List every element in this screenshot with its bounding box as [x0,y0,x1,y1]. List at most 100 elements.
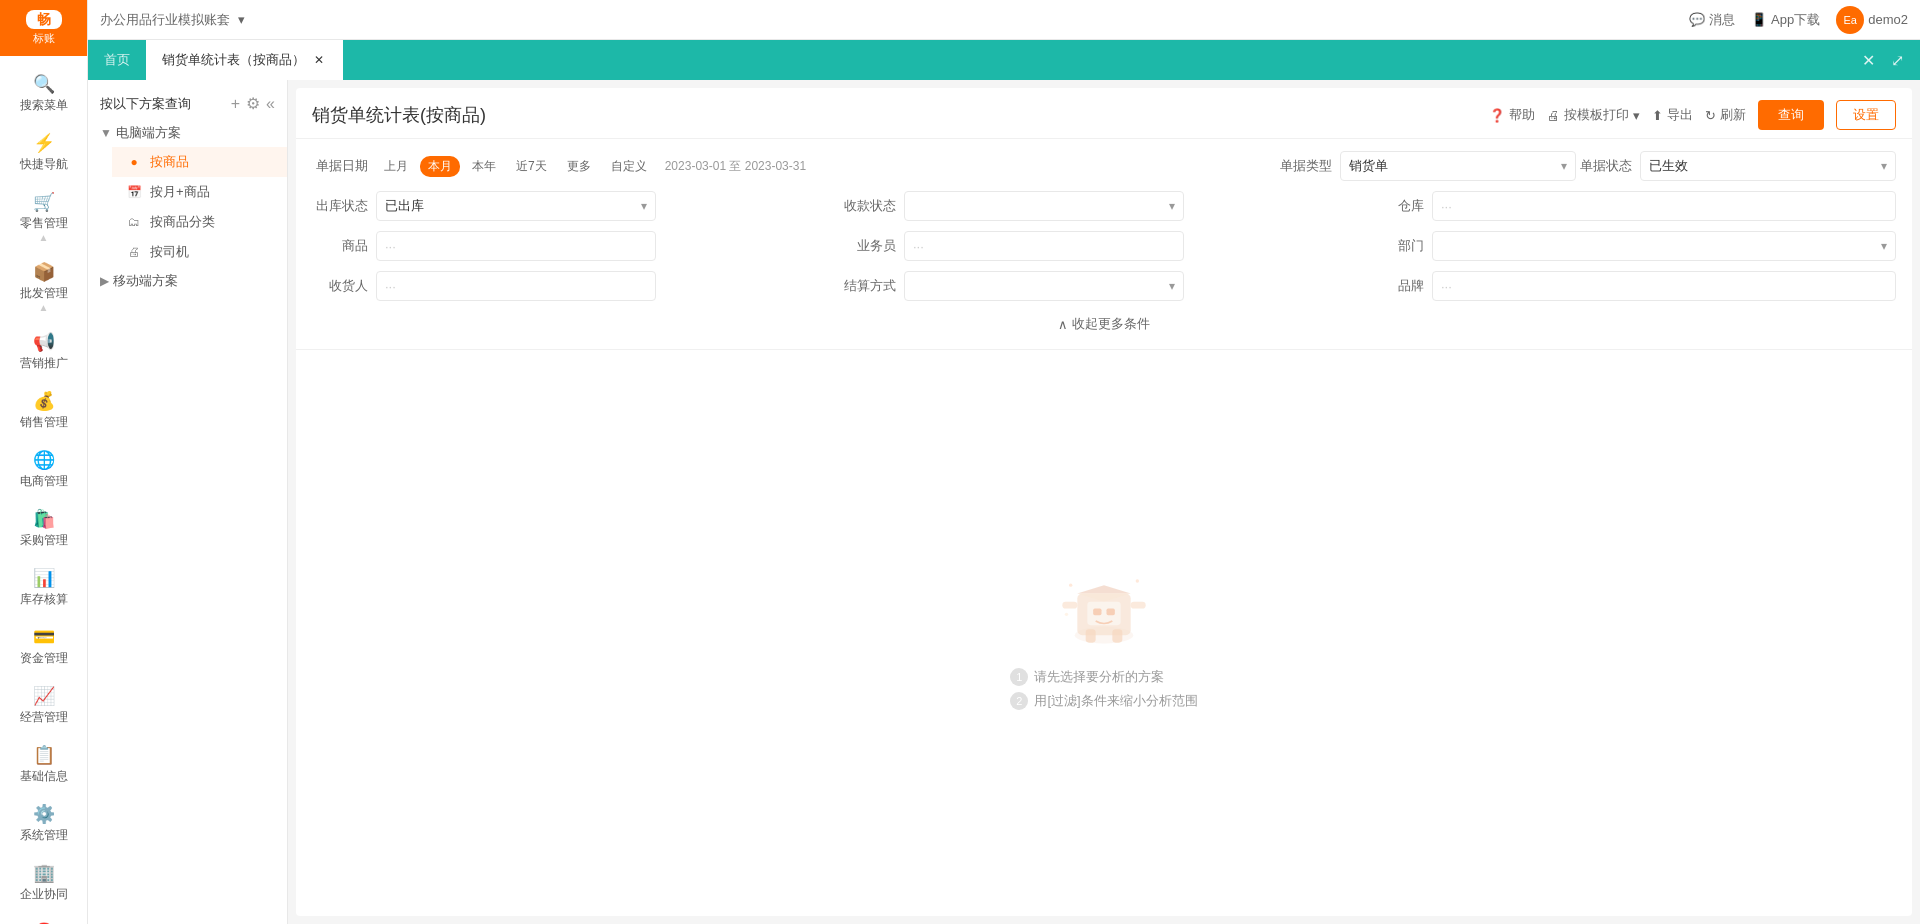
tab-close-button[interactable]: ✕ [311,52,327,68]
app-download-button[interactable]: 📱 App下载 [1751,11,1820,29]
date-filter: 上月 本月 本年 近7天 更多 自定义 [376,156,655,177]
filter-receiver-item: 收货人 ··· [312,271,840,301]
date-tag-7days[interactable]: 近7天 [508,156,555,177]
sidebar-item-purchase[interactable]: 🛍️ 采购管理 [0,500,87,557]
sidebar-item-sales[interactable]: 💰 销售管理 [0,382,87,439]
sidebar-item-operation[interactable]: 📈 经营管理 [0,677,87,734]
sidebar-label-purchase: 采购管理 [20,532,68,549]
salesman-label: 业务员 [840,237,896,255]
marketing-icon: 📢 [33,331,55,353]
receiver-input[interactable]: ··· [376,271,656,301]
payment-select[interactable]: ▾ [904,271,1184,301]
outstock-value: 已出库 [385,197,424,215]
sidebar-item-marketing[interactable]: 📢 营销推广 [0,323,87,380]
tip-num-2: 2 [1010,692,1028,710]
svg-point-10 [1136,579,1139,582]
sidebar-item-inventory[interactable]: 📊 库存核算 [0,559,87,616]
settings-button[interactable]: 设置 [1836,100,1896,130]
date-tag-more[interactable]: 更多 [559,156,599,177]
tip-text-2: 用[过滤]条件来缩小分析范围 [1034,692,1197,710]
export-button[interactable]: ⬆ 导出 [1652,106,1693,124]
collapse-panel-button[interactable]: « [266,95,275,113]
query-button[interactable]: 查询 [1758,100,1824,130]
add-scheme-button[interactable]: + [231,95,240,113]
receiver-dots[interactable]: ··· [385,279,396,294]
type-label: 单据类型 [1276,157,1332,175]
refresh-label: 刷新 [1720,106,1746,124]
sidebar-item-quicknav[interactable]: ⚡ 快捷导航 [0,124,87,181]
sidebar-item-basic[interactable]: 📋 基础信息 [0,736,87,793]
close-window-icon[interactable]: ✕ [1858,47,1879,74]
breadcrumb-dropdown-icon[interactable]: ▾ [238,12,245,27]
content-area: 按以下方案查询 + ⚙ « ▼ 电脑端方案 ● 按商品 📅 按月 [88,80,1920,924]
tree-item-by-printer[interactable]: 🖨 按司机 [112,237,287,267]
tip-text-1: 请先选择要分析的方案 [1034,668,1164,686]
goods-dots[interactable]: ··· [385,239,396,254]
dept-select[interactable]: ▾ [1432,231,1896,261]
type-value: 销货单 [1349,157,1388,175]
left-panel: 按以下方案查询 + ⚙ « ▼ 电脑端方案 ● 按商品 📅 按月 [88,80,288,924]
user-area[interactable]: Ea demo2 [1836,6,1908,34]
tree-section-mobile[interactable]: ▶ 移动端方案 [88,267,287,295]
message-icon: 💬 [1689,12,1705,27]
tree-section-pc[interactable]: ▼ 电脑端方案 [88,119,287,147]
tab-home-label: 首页 [104,51,130,69]
collect-label: 收款状态 [840,197,896,215]
settings-scheme-button[interactable]: ⚙ [246,94,260,113]
salesman-dots[interactable]: ··· [913,239,924,254]
svg-point-11 [1065,613,1068,616]
sidebar-item-retail[interactable]: 🛒 零售管理 ▲ [0,183,87,251]
export-label: 导出 [1667,106,1693,124]
system-icon: ⚙️ [33,803,55,825]
sidebar-item-finance[interactable]: 💳 资金管理 [0,618,87,675]
logo-sub-text: 标账 [33,31,55,46]
tab-home[interactable]: 首页 [88,40,146,80]
date-tag-this-year[interactable]: 本年 [464,156,504,177]
brand-input[interactable]: ··· [1432,271,1896,301]
message-button[interactable]: 💬 消息 [1689,11,1735,29]
logo-icon: 畅 [26,10,62,29]
brand-label: 品牌 [1368,277,1424,295]
purchase-icon: 🛍️ [33,508,55,530]
refresh-button[interactable]: ↻ 刷新 [1705,106,1746,124]
sidebar-label-system: 系统管理 [20,827,68,844]
goods-input[interactable]: ··· [376,231,656,261]
sidebar-item-search[interactable]: 🔍 搜索菜单 [0,65,87,122]
collapse-filter-button[interactable]: ∧ 收起更多条件 [312,311,1896,337]
help-button[interactable]: ❓ 帮助 [1489,106,1535,124]
empty-illustration [1054,556,1154,656]
salesman-input[interactable]: ··· [904,231,1184,261]
expand-icon[interactable]: ⤢ [1887,47,1908,74]
type-select[interactable]: 销货单 ▾ [1340,151,1576,181]
filter-dept-item: 部门 ▾ [1368,231,1896,261]
tree-item-by-product[interactable]: ● 按商品 [112,147,287,177]
sidebar-item-ecommerce[interactable]: 🌐 电商管理 [0,441,87,498]
template-print-button[interactable]: 🖨 按模板打印 ▾ [1547,106,1640,124]
outstock-select[interactable]: 已出库 ▾ [376,191,656,221]
sidebar-item-wholesale[interactable]: 📦 批发管理 ▲ [0,253,87,321]
sidebar-label-sales: 销售管理 [20,414,68,431]
tree-item-by-month-product[interactable]: 📅 按月+商品 [112,177,287,207]
page-actions: ❓ 帮助 🖨 按模板打印 ▾ ⬆ 导出 ↻ 刷新 [1489,100,1896,130]
filter-row-4: 收货人 ··· 结算方式 ▾ 品牌 [312,271,1896,301]
date-tag-custom[interactable]: 自定义 [603,156,655,177]
brand-dots[interactable]: ··· [1441,279,1452,294]
date-tag-last-month[interactable]: 上月 [376,156,416,177]
status-select[interactable]: 已生效 ▾ [1640,151,1896,181]
collect-select[interactable]: ▾ [904,191,1184,221]
warehouse-dots[interactable]: ··· [1441,199,1452,214]
help-icon: ❓ [1489,108,1505,123]
sidebar-item-enterprise[interactable]: 🏢 企业协同 [0,854,87,911]
sidebar-item-guide[interactable]: 🎯 新手引导 [0,913,87,924]
sidebar-item-system[interactable]: ⚙️ 系统管理 [0,795,87,852]
sidebar-label-retail: 零售管理 [20,215,68,232]
tab-stats[interactable]: 销货单统计表（按商品） ✕ [146,40,343,80]
dept-arrow-icon: ▾ [1881,239,1887,253]
filter-type-item: 单据类型 销货单 ▾ [1276,151,1576,181]
filter-area: 单据日期 上月 本月 本年 近7天 更多 自定义 2023-03-01 至 20… [296,139,1912,350]
sidebar-label-enterprise: 企业协同 [20,886,68,903]
sidebar: 畅 标账 🔍 搜索菜单 ⚡ 快捷导航 🛒 零售管理 ▲ 📦 批发管理 ▲ 📢 营… [0,0,88,924]
date-tag-this-month[interactable]: 本月 [420,156,460,177]
warehouse-input[interactable]: ··· [1432,191,1896,221]
tree-item-by-category[interactable]: 🗂 按商品分类 [112,207,287,237]
